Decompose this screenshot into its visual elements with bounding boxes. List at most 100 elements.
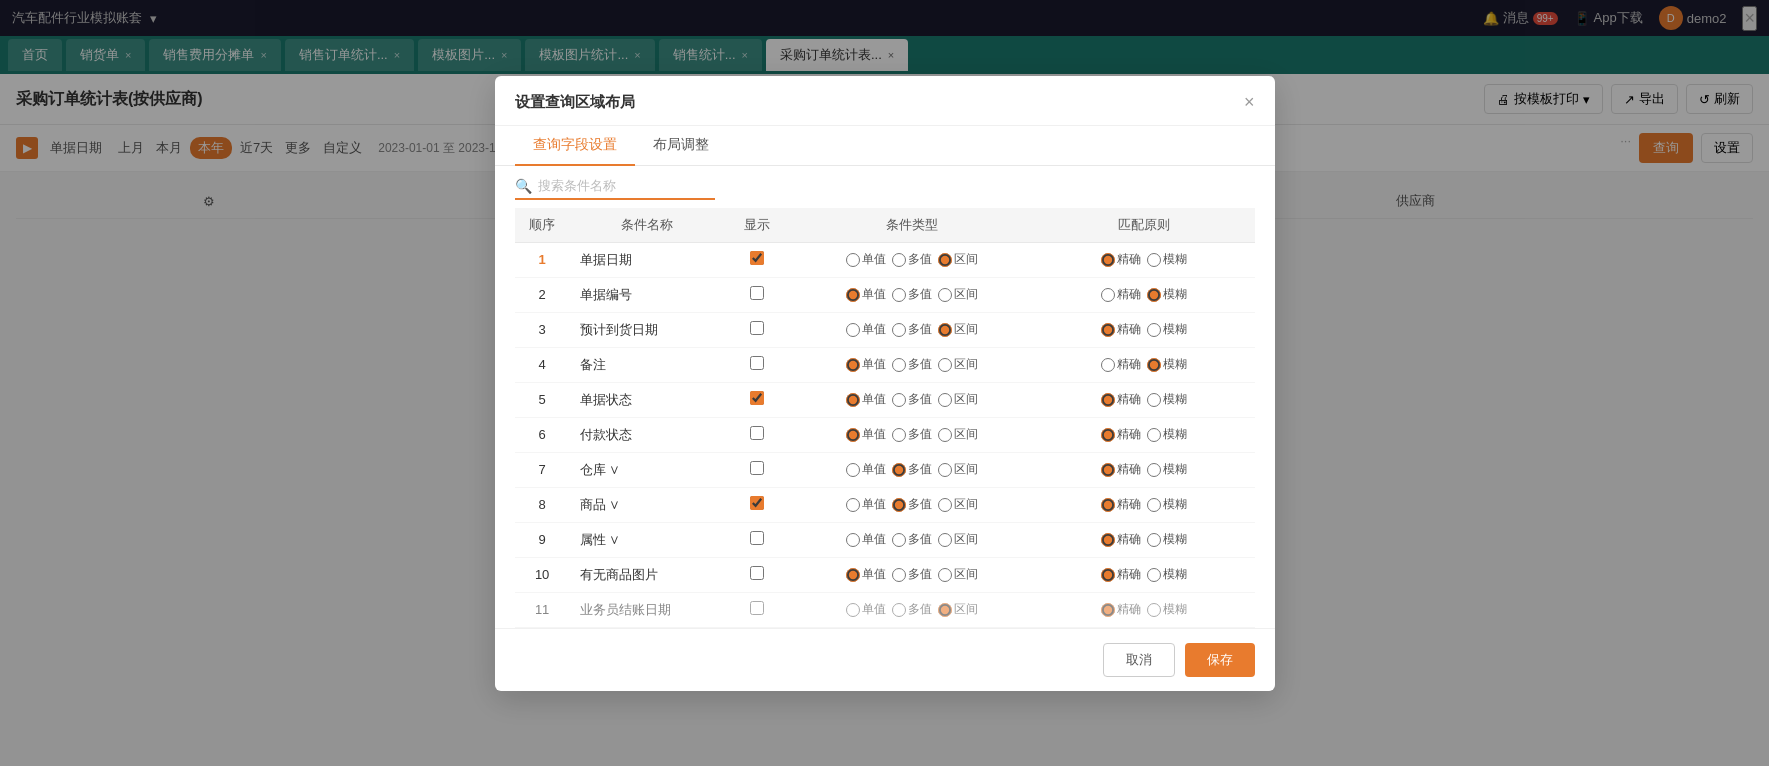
radio-type_single[interactable]: 单值 <box>846 531 886 548</box>
show-checkbox[interactable] <box>750 496 764 510</box>
modal-tab-query-fields[interactable]: 查询字段设置 <box>515 126 635 166</box>
radio-match_fuzzy[interactable]: 模糊 <box>1147 321 1187 338</box>
show-checkbox[interactable] <box>750 601 764 615</box>
row-show <box>724 557 790 592</box>
cancel-button[interactable]: 取消 <box>1103 643 1175 677</box>
modal-tab-query-label: 查询字段设置 <box>533 136 617 152</box>
row-order: 8 <box>515 487 570 522</box>
radio-type_single[interactable]: 单值 <box>846 356 886 373</box>
modal-conditions-table: 顺序 条件名称 显示 条件类型 匹配原则 1单据日期单值多值区间精确模糊2单据编… <box>515 208 1255 628</box>
radio-type_range[interactable]: 区间 <box>938 531 978 548</box>
radio-type_multi[interactable]: 多值 <box>892 566 932 583</box>
row-type: 单值多值区间 <box>791 382 1034 417</box>
radio-type_single[interactable]: 单值 <box>846 426 886 443</box>
radio-type_multi[interactable]: 多值 <box>892 391 932 408</box>
row-name: 有无商品图片 <box>570 557 725 592</box>
radio-type_single[interactable]: 单值 <box>846 496 886 513</box>
col-name-header: 条件名称 <box>570 208 725 243</box>
radio-match_exact[interactable]: 精确 <box>1101 601 1141 618</box>
radio-type_range[interactable]: 区间 <box>938 391 978 408</box>
radio-match_fuzzy[interactable]: 模糊 <box>1147 496 1187 513</box>
radio-type_range[interactable]: 区间 <box>938 461 978 478</box>
row-order: 4 <box>515 347 570 382</box>
radio-match_exact[interactable]: 精确 <box>1101 496 1141 513</box>
radio-type_single[interactable]: 单值 <box>846 461 886 478</box>
radio-type_range[interactable]: 区间 <box>938 251 978 268</box>
row-match: 精确模糊 <box>1034 417 1255 452</box>
save-button[interactable]: 保存 <box>1185 643 1255 677</box>
row-name: 属性 ∨ <box>570 522 725 557</box>
radio-type_multi[interactable]: 多值 <box>892 496 932 513</box>
radio-type_single[interactable]: 单值 <box>846 286 886 303</box>
radio-match_fuzzy[interactable]: 模糊 <box>1147 531 1187 548</box>
radio-type_single[interactable]: 单值 <box>846 251 886 268</box>
show-checkbox[interactable] <box>750 356 764 370</box>
radio-match_exact[interactable]: 精确 <box>1101 251 1141 268</box>
show-checkbox[interactable] <box>750 426 764 440</box>
radio-match_exact[interactable]: 精确 <box>1101 426 1141 443</box>
radio-match_fuzzy[interactable]: 模糊 <box>1147 286 1187 303</box>
radio-type_multi[interactable]: 多值 <box>892 356 932 373</box>
row-show <box>724 592 790 627</box>
modal-header: 设置查询区域布局 × <box>495 76 1275 126</box>
show-checkbox[interactable] <box>750 286 764 300</box>
row-type: 单值多值区间 <box>791 487 1034 522</box>
radio-type_single[interactable]: 单值 <box>846 321 886 338</box>
row-show <box>724 417 790 452</box>
radio-match_fuzzy[interactable]: 模糊 <box>1147 391 1187 408</box>
radio-type_single[interactable]: 单值 <box>846 601 886 618</box>
radio-type_multi[interactable]: 多值 <box>892 601 932 618</box>
radio-type_multi[interactable]: 多值 <box>892 286 932 303</box>
radio-type_single[interactable]: 单值 <box>846 566 886 583</box>
page-bg: 采购订单统计表(按供应商) 🖨 按模板打印 ▾ ↗ 导出 ↺ 刷新 ▶ 单据日期… <box>0 74 1769 766</box>
row-name: 预计到货日期 <box>570 312 725 347</box>
show-checkbox[interactable] <box>750 321 764 335</box>
radio-match_exact[interactable]: 精确 <box>1101 566 1141 583</box>
radio-type_multi[interactable]: 多值 <box>892 321 932 338</box>
row-name: 备注 <box>570 347 725 382</box>
radio-type_multi[interactable]: 多值 <box>892 251 932 268</box>
radio-match_fuzzy[interactable]: 模糊 <box>1147 426 1187 443</box>
radio-match_fuzzy[interactable]: 模糊 <box>1147 251 1187 268</box>
modal-condition-row: 4备注 单值多值区间 精确模糊 <box>515 347 1255 382</box>
radio-type_range[interactable]: 区间 <box>938 496 978 513</box>
radio-match_exact[interactable]: 精确 <box>1101 461 1141 478</box>
show-checkbox[interactable] <box>750 566 764 580</box>
row-show <box>724 487 790 522</box>
radio-match_fuzzy[interactable]: 模糊 <box>1147 601 1187 618</box>
row-name: 业务员结账日期 <box>570 592 725 627</box>
radio-match_exact[interactable]: 精确 <box>1101 321 1141 338</box>
radio-match_fuzzy[interactable]: 模糊 <box>1147 461 1187 478</box>
modal-tab-layout[interactable]: 布局调整 <box>635 126 727 166</box>
modal-condition-row: 2单据编号单值多值区间精确模糊 <box>515 277 1255 312</box>
show-checkbox[interactable] <box>750 251 764 265</box>
row-name: 单据状态 <box>570 382 725 417</box>
show-checkbox[interactable] <box>750 391 764 405</box>
row-order: 9 <box>515 522 570 557</box>
radio-match_exact[interactable]: 精确 <box>1101 286 1141 303</box>
row-type: 单值多值区间 <box>791 557 1034 592</box>
row-show <box>724 277 790 312</box>
radio-match_fuzzy[interactable]: 模糊 <box>1147 356 1187 373</box>
show-checkbox[interactable] <box>750 461 764 475</box>
show-checkbox[interactable] <box>750 531 764 545</box>
radio-match_fuzzy[interactable]: 模糊 <box>1147 566 1187 583</box>
modal-close-button[interactable]: × <box>1244 92 1255 113</box>
radio-match_exact[interactable]: 精确 <box>1101 356 1141 373</box>
radio-type_range[interactable]: 区间 <box>938 601 978 618</box>
radio-type_range[interactable]: 区间 <box>938 426 978 443</box>
row-order: 7 <box>515 452 570 487</box>
modal-condition-row: 1单据日期单值多值区间精确模糊 <box>515 242 1255 277</box>
radio-type_range[interactable]: 区间 <box>938 321 978 338</box>
search-input[interactable] <box>538 178 698 193</box>
radio-match_exact[interactable]: 精确 <box>1101 391 1141 408</box>
radio-type_range[interactable]: 区间 <box>938 566 978 583</box>
radio-type_range[interactable]: 区间 <box>938 286 978 303</box>
radio-match_exact[interactable]: 精确 <box>1101 531 1141 548</box>
radio-type_multi[interactable]: 多值 <box>892 426 932 443</box>
radio-type_single[interactable]: 单值 <box>846 391 886 408</box>
radio-type_multi[interactable]: 多值 <box>892 461 932 478</box>
radio-type_multi[interactable]: 多值 <box>892 531 932 548</box>
radio-type_range[interactable]: 区间 <box>938 356 978 373</box>
row-show <box>724 452 790 487</box>
